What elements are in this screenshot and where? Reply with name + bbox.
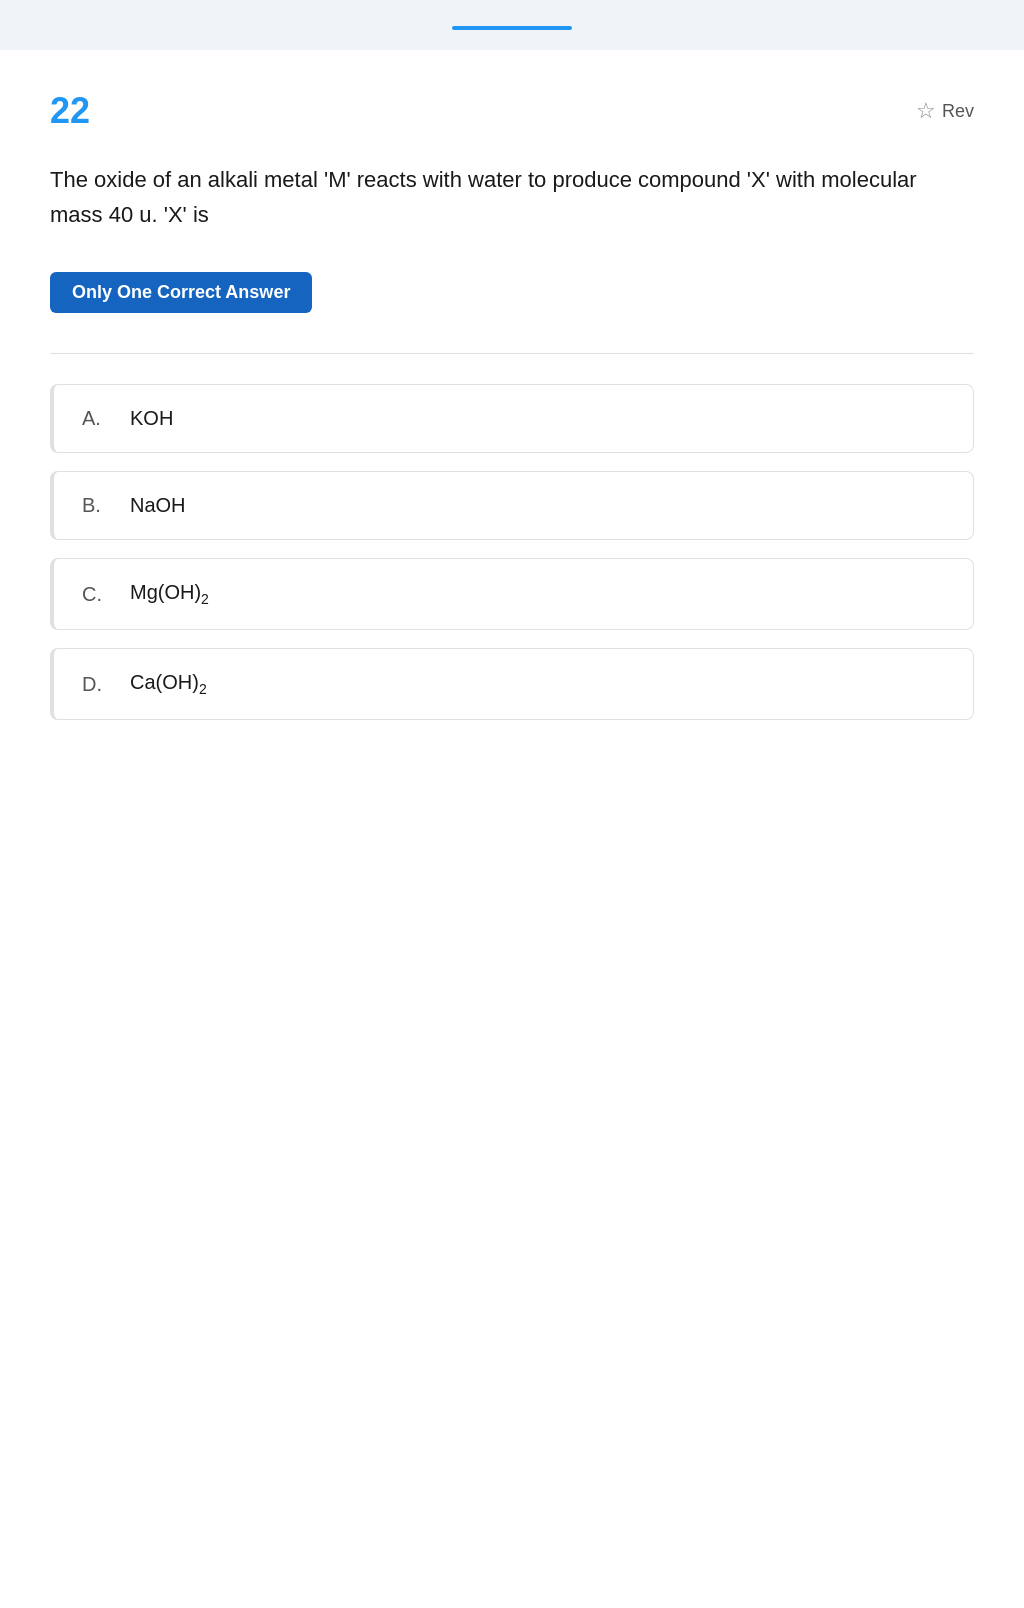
question-number: 22	[50, 90, 90, 132]
section-divider	[50, 353, 974, 354]
option-a-text: KOH	[130, 407, 173, 430]
option-c-label: C.	[82, 583, 110, 606]
option-d[interactable]: D. Ca(OH)2	[50, 648, 974, 720]
progress-indicator	[452, 26, 572, 30]
question-card: 22 ☆ Rev The oxide of an alkali metal 'M…	[0, 50, 1024, 1608]
option-c-text: Mg(OH)2	[130, 581, 209, 607]
top-bar	[0, 0, 1024, 30]
option-a-label: A.	[82, 407, 110, 430]
option-b-label: B.	[82, 494, 110, 517]
option-a[interactable]: A. KOH	[50, 384, 974, 453]
answer-type-badge: Only One Correct Answer	[50, 272, 312, 313]
review-label: Rev	[942, 101, 974, 122]
option-b-text: NaOH	[130, 494, 186, 517]
option-d-text: Ca(OH)2	[130, 671, 207, 697]
review-button[interactable]: ☆ Rev	[916, 98, 974, 124]
question-text: The oxide of an alkali metal 'M' reacts …	[50, 162, 974, 232]
star-icon: ☆	[916, 98, 936, 124]
options-list: A. KOH B. NaOH C. Mg(OH)2 D. Ca(OH)2	[50, 384, 974, 720]
option-c[interactable]: C. Mg(OH)2	[50, 558, 974, 630]
question-header: 22 ☆ Rev	[50, 90, 974, 132]
option-d-label: D.	[82, 673, 110, 696]
option-b[interactable]: B. NaOH	[50, 471, 974, 540]
